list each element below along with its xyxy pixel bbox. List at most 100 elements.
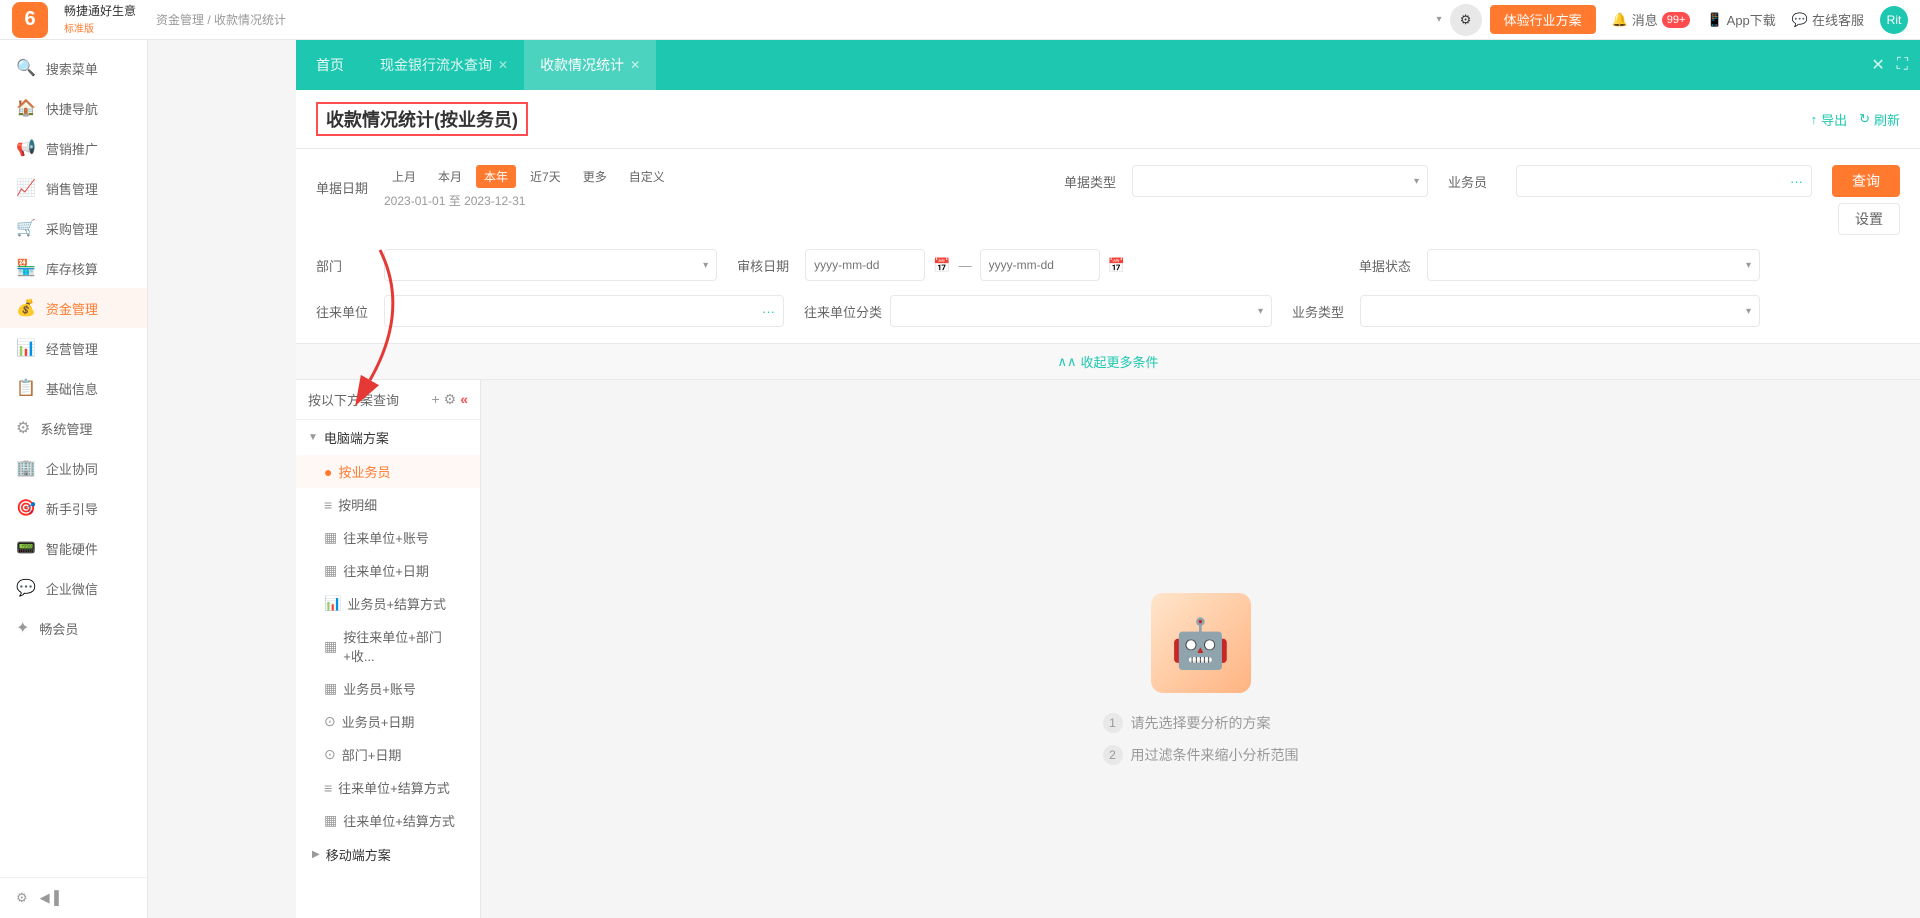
- voucher-status-select[interactable]: ▾: [1427, 249, 1760, 281]
- settings-gear-button[interactable]: ⚙: [1450, 4, 1482, 36]
- sidebar-item-marketing[interactable]: 📢 营销推广: [0, 128, 147, 168]
- department-label: 部门: [316, 256, 376, 275]
- scheme-item-salesperson-account[interactable]: ▦ 业务员+账号: [296, 672, 480, 705]
- user-avatar[interactable]: Rit: [1880, 6, 1908, 34]
- calendar-end-icon[interactable]: 📅: [1108, 257, 1125, 274]
- tab-close-cashflow[interactable]: ✕: [498, 58, 508, 72]
- app-download-button[interactable]: 📱 App下载: [1706, 10, 1775, 29]
- empty-robot-illustration: 🤖: [1151, 593, 1251, 693]
- tab-cashflow[interactable]: 现金银行流水查询 ✕: [364, 40, 524, 90]
- online-service-button[interactable]: 💬 在线客服: [1792, 10, 1864, 29]
- sidebar-nav: 🔍 搜索菜单 🏠 快捷导航 📢 营销推广 📈 销售管理 🛒 采购管理 🏪: [0, 40, 147, 877]
- export-icon: ↑: [1811, 112, 1818, 127]
- sidebar-item-guide[interactable]: 🎯 新手引导: [0, 488, 147, 528]
- sidebar-item-hardware[interactable]: 📟 智能硬件: [0, 528, 147, 568]
- scheme-item-icon-3: ▦: [324, 562, 337, 579]
- scheme-item-counterpart-settlement-1[interactable]: ≡ 往来单位+结算方式: [296, 771, 480, 804]
- scheme-item-icon-0: ●: [324, 464, 332, 480]
- scheme-group-pc[interactable]: ▼ 电脑端方案: [296, 420, 480, 455]
- salesperson-select[interactable]: ···: [1516, 165, 1812, 197]
- sidebar-item-label: 经营管理: [46, 339, 98, 358]
- settings-icon[interactable]: ⚙: [16, 890, 28, 906]
- voucher-type-select[interactable]: ▾: [1132, 165, 1428, 197]
- group-pc-arrow-icon: ▼: [308, 432, 318, 443]
- collapse-arrow-icon: ∧∧: [1057, 354, 1076, 370]
- scheme-item-counterpart-dept-collect[interactable]: ▦ 按往来单位+部门+收...: [296, 620, 480, 672]
- scheme-item-counterpart-account[interactable]: ▦ 往来单位+账号: [296, 521, 480, 554]
- tab-bar-right: ✕ ⛶: [1871, 55, 1920, 75]
- scheme-item-by-salesperson[interactable]: ● 按业务员: [296, 455, 480, 488]
- department-select[interactable]: ▾: [384, 249, 717, 281]
- close-window-icon[interactable]: ✕: [1871, 55, 1884, 75]
- query-button[interactable]: 查询: [1832, 165, 1900, 197]
- sidebar-item-system[interactable]: ⚙ 系统管理: [0, 408, 147, 448]
- sidebar-item-purchase[interactable]: 🛒 采购管理: [0, 208, 147, 248]
- counterpart-category-label: 往来单位分类: [804, 302, 882, 321]
- group-mobile-label: 移动端方案: [326, 845, 391, 864]
- member-icon: ✦: [16, 618, 29, 638]
- sidebar-item-basic[interactable]: 📋 基础信息: [0, 368, 147, 408]
- guide-icon: 🎯: [16, 498, 36, 518]
- counterpart-more-icon[interactable]: ···: [762, 304, 775, 319]
- review-date-start[interactable]: [805, 249, 925, 281]
- shortcut-more[interactable]: 更多: [575, 165, 615, 188]
- scheme-item-icon-10: ▦: [324, 812, 337, 829]
- review-date-end[interactable]: [980, 249, 1100, 281]
- breadcrumb-dropdown-icon[interactable]: ▾: [1437, 14, 1442, 25]
- sidebar-item-sales[interactable]: 📈 销售管理: [0, 168, 147, 208]
- sidebar: 🔍 搜索菜单 🏠 快捷导航 📢 营销推广 📈 销售管理 🛒 采购管理 🏪: [0, 40, 148, 918]
- scheme-item-counterpart-date[interactable]: ▦ 往来单位+日期: [296, 554, 480, 587]
- scheme-item-salesperson-settlement[interactable]: 📊 业务员+结算方式: [296, 587, 480, 620]
- sidebar-item-inventory[interactable]: 🏪 库存核算: [0, 248, 147, 288]
- empty-hint: 1 请先选择要分析的方案 2 用过滤条件来缩小分析范围: [1103, 713, 1299, 765]
- counterpart-category-select[interactable]: ▾: [890, 295, 1272, 327]
- collapse-sidebar-icon[interactable]: ◀▐: [40, 890, 59, 906]
- maximize-icon[interactable]: ⛶: [1897, 56, 1908, 74]
- sales-icon: 📈: [16, 178, 36, 198]
- collapse-scheme-button[interactable]: «: [460, 391, 468, 408]
- shortcut-custom[interactable]: 自定义: [621, 165, 673, 188]
- sidebar-footer: ⚙ ◀▐: [0, 877, 147, 918]
- sidebar-item-label: 智能硬件: [46, 539, 98, 558]
- sidebar-item-operation[interactable]: 📊 经营管理: [0, 328, 147, 368]
- sidebar-item-search[interactable]: 🔍 搜索菜单: [0, 48, 147, 88]
- page-actions: ↑ 导出 ↻ 刷新: [1811, 110, 1900, 129]
- app-logo-icon: 6: [12, 2, 48, 38]
- sidebar-item-finance[interactable]: 💰 资金管理: [0, 288, 147, 328]
- download-icon: 📱: [1706, 12, 1722, 28]
- shortcut-this-month[interactable]: 本月: [430, 165, 470, 188]
- trial-button[interactable]: 体验行业方案: [1490, 5, 1596, 34]
- logo-text-area: 畅捷通好生意 标准版: [64, 4, 136, 35]
- shortcut-last-month[interactable]: 上月: [384, 165, 424, 188]
- sidebar-item-label: 营销推广: [46, 139, 98, 158]
- collapse-bar[interactable]: ∧∧ 收起更多条件: [296, 344, 1920, 380]
- sidebar-item-enterprise[interactable]: 🏢 企业协同: [0, 448, 147, 488]
- tab-home[interactable]: 首页: [296, 55, 364, 75]
- shortcut-this-year[interactable]: 本年: [476, 165, 516, 188]
- scheme-item-salesperson-date[interactable]: ⊙ 业务员+日期: [296, 705, 480, 738]
- counterpart-select[interactable]: ···: [384, 295, 784, 327]
- calendar-start-icon[interactable]: 📅: [933, 257, 950, 274]
- filter-row-2: 部门 ▾ 审核日期 📅 — 📅 单据状态: [316, 249, 1900, 281]
- more-options-icon[interactable]: ···: [1790, 174, 1803, 189]
- settings-button[interactable]: 设置: [1838, 203, 1900, 235]
- scheme-item-counterpart-settlement-2[interactable]: ▦ 往来单位+结算方式: [296, 804, 480, 837]
- voucher-status-label: 单据状态: [1359, 256, 1419, 275]
- scheme-group-mobile[interactable]: ▶ 移动端方案: [296, 837, 480, 871]
- export-button[interactable]: ↑ 导出: [1811, 110, 1848, 129]
- scheme-item-dept-date[interactable]: ⊙ 部门+日期: [296, 738, 480, 771]
- sidebar-item-member[interactable]: ✦ 畅会员: [0, 608, 147, 648]
- sidebar-item-quicknav[interactable]: 🏠 快捷导航: [0, 88, 147, 128]
- shortcut-7days[interactable]: 近7天: [522, 165, 569, 188]
- sidebar-item-wechat[interactable]: 💬 企业微信: [0, 568, 147, 608]
- scheme-item-by-detail[interactable]: ≡ 按明细: [296, 488, 480, 521]
- add-scheme-button[interactable]: +: [431, 391, 439, 408]
- tab-close-collection[interactable]: ✕: [630, 58, 640, 72]
- message-button[interactable]: 🔔 消息 99: [1612, 10, 1691, 29]
- scheme-item-icon-6: ▦: [324, 680, 337, 697]
- refresh-button[interactable]: ↻ 刷新: [1859, 110, 1900, 129]
- biz-type-select[interactable]: ▾: [1360, 295, 1760, 327]
- filter-row-3: 往来单位 ··· 往来单位分类 ▾ 业务类型: [316, 295, 1900, 327]
- scheme-settings-button[interactable]: ⚙: [444, 391, 457, 408]
- tab-collection-stats[interactable]: 收款情况统计 ✕: [524, 40, 656, 90]
